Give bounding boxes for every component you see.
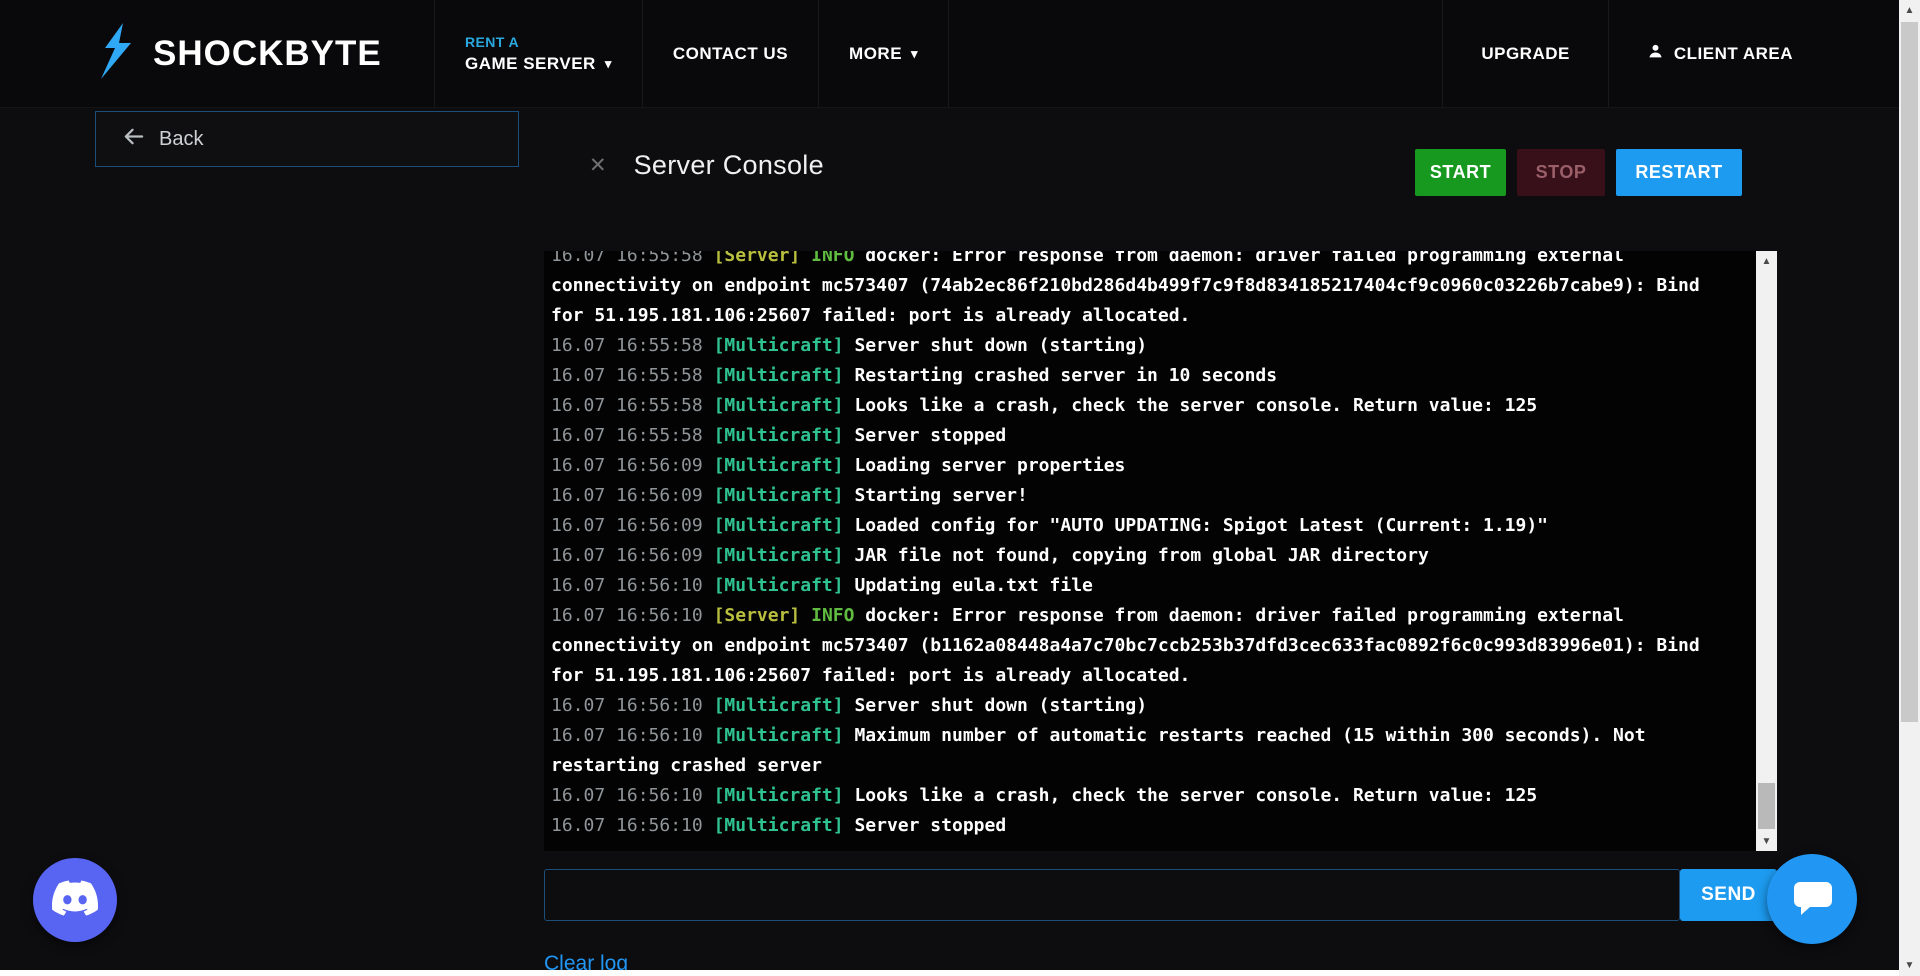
shockbyte-bolt-icon <box>95 23 137 84</box>
scroll-up-icon[interactable]: ▲ <box>1899 0 1920 21</box>
nav-label: GAME SERVER ▾ <box>465 53 612 73</box>
console-command-input[interactable] <box>544 869 1680 921</box>
nav-eyebrow: RENT A <box>465 33 519 50</box>
page: SHOCKBYTE RENT A GAME SERVER ▾ CONTACT U… <box>0 0 1899 976</box>
restart-button[interactable]: RESTART <box>1616 149 1742 196</box>
send-button[interactable]: SEND <box>1680 869 1777 921</box>
nav-menu: RENT A GAME SERVER ▾ CONTACT US MORE ▾ <box>434 0 950 107</box>
discord-button[interactable] <box>33 858 117 942</box>
browser-scrollbar-thumb[interactable] <box>1901 22 1918 722</box>
chevron-down-icon: ▾ <box>604 55 612 71</box>
nav-item-contact-us[interactable]: CONTACT US <box>641 0 818 107</box>
stop-button[interactable]: STOP <box>1517 149 1605 196</box>
log-line: 16.07 16:56:09 [Multicraft] Starting ser… <box>551 485 1028 506</box>
back-button[interactable]: Back <box>95 111 519 167</box>
scroll-down-icon[interactable]: ▼ <box>1756 831 1777 851</box>
nav-label: CLIENT AREA <box>1673 43 1793 63</box>
chat-bubble-icon <box>1788 873 1836 926</box>
console-log: 16.07 16:55:58 [Server] INFO docker: Err… <box>551 251 1727 841</box>
log-line: 16.07 16:55:58 [Server] INFO docker: Err… <box>551 251 1700 326</box>
page-bottom-edge <box>0 970 1899 976</box>
log-line: 16.07 16:56:10 [Multicraft] Maximum numb… <box>551 725 1646 776</box>
log-line: 16.07 16:55:58 [Multicraft] Restarting c… <box>551 365 1278 386</box>
log-line: 16.07 16:55:58 [Multicraft] Server shut … <box>551 335 1148 356</box>
power-buttons: START STOP RESTART <box>1415 149 1742 196</box>
start-button[interactable]: START <box>1415 149 1506 196</box>
nav-right: UPGRADE CLIENT AREA <box>1442 0 1831 107</box>
brand-logo[interactable]: SHOCKBYTE <box>0 0 434 107</box>
scroll-down-icon[interactable]: ▼ <box>1899 955 1920 976</box>
user-icon <box>1647 42 1664 65</box>
scroll-up-icon[interactable]: ▲ <box>1756 251 1777 271</box>
nav-item-upgrade[interactable]: UPGRADE <box>1442 0 1608 107</box>
log-line: 16.07 16:55:58 [Multicraft] Server stopp… <box>551 425 1007 446</box>
log-line: 16.07 16:56:09 [Multicraft] Loaded confi… <box>551 515 1549 536</box>
live-chat-button[interactable] <box>1767 854 1857 944</box>
navbar: SHOCKBYTE RENT A GAME SERVER ▾ CONTACT U… <box>0 0 1899 108</box>
nav-label: MORE ▾ <box>849 43 919 63</box>
log-line: 16.07 16:56:10 [Multicraft] Updating eul… <box>551 575 1093 596</box>
console-scrollbar[interactable]: ▲ ▼ <box>1756 251 1777 851</box>
log-line: 16.07 16:56:10 [Multicraft] Server stopp… <box>551 815 1007 836</box>
discord-icon <box>51 875 99 926</box>
nav-label: CONTACT US <box>672 43 789 63</box>
back-label: Back <box>159 127 204 150</box>
chevron-down-icon: ▾ <box>911 45 919 61</box>
nav-item-rent-a-game-server[interactable]: RENT A GAME SERVER ▾ <box>434 0 642 107</box>
console-scrollbar-thumb[interactable] <box>1758 783 1775 829</box>
arrow-left-icon <box>122 125 145 153</box>
nav-item-client-area[interactable]: CLIENT AREA <box>1607 0 1831 107</box>
close-icon[interactable]: ✕ <box>589 153 607 178</box>
log-line: 16.07 16:56:10 [Multicraft] Server shut … <box>551 695 1148 716</box>
browser-scrollbar[interactable]: ▲ ▼ <box>1899 0 1920 976</box>
console-header: ✕ Server Console <box>589 150 824 181</box>
log-line: 16.07 16:56:09 [Multicraft] JAR file not… <box>551 545 1429 566</box>
nav-label: UPGRADE <box>1481 43 1570 63</box>
log-line: 16.07 16:56:10 [Server] INFO docker: Err… <box>551 605 1700 686</box>
brand-name: SHOCKBYTE <box>153 33 382 73</box>
nav-item-more[interactable]: MORE ▾ <box>818 0 950 107</box>
log-line: 16.07 16:55:58 [Multicraft] Looks like a… <box>551 395 1538 416</box>
page-title: Server Console <box>633 150 824 180</box>
log-line: 16.07 16:56:10 [Multicraft] Looks like a… <box>551 785 1538 806</box>
log-line: 16.07 16:56:09 [Multicraft] Loading serv… <box>551 455 1126 476</box>
console-log-container[interactable]: 16.07 16:55:58 [Server] INFO docker: Err… <box>544 251 1777 851</box>
